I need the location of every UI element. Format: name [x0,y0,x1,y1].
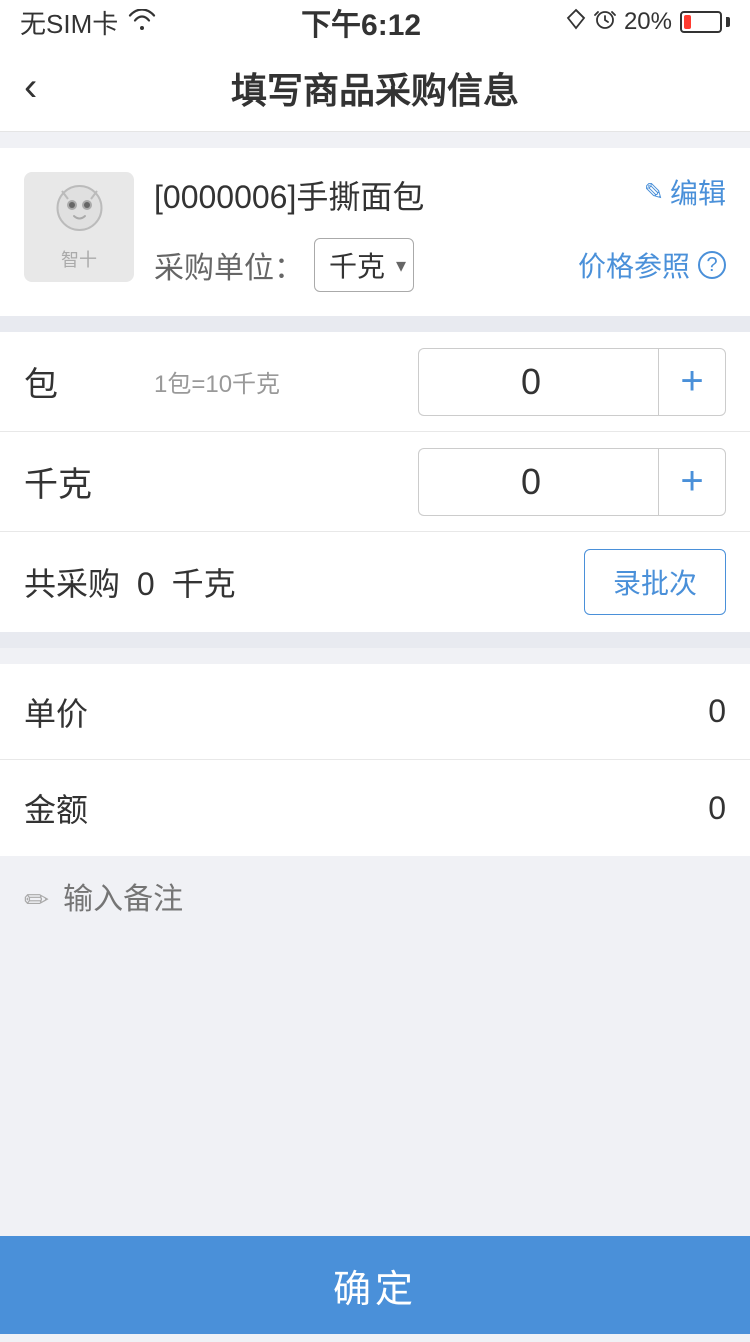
nav-bar: ‹ 填写商品采购信息 [0,44,750,132]
battery-icon [680,11,730,33]
input-section: 包 1包=10千克 + 千克 + 共采购 0 千克 录批次 [0,332,750,632]
bao-label: 包 [24,357,144,406]
bao-row: 包 1包=10千克 + [0,332,750,432]
price-reference-button[interactable]: 价格参照 ? [578,245,726,285]
section-divider-2 [0,632,750,648]
back-button[interactable]: ‹ [24,65,37,110]
batch-record-button[interactable]: 录批次 [584,549,726,615]
summary-text: 共采购 0 千克 [24,559,236,605]
remark-section[interactable]: ✏ [0,856,750,944]
amount-row: 金额 0 [0,760,750,856]
product-name: [0000006]手撕面包 [154,172,424,218]
price-ref-label: 价格参照 [578,245,690,285]
empty-area [0,944,750,1244]
kg-row: 千克 + [0,432,750,532]
status-bar: 无SIM卡 下午6:12 [0,0,750,44]
edit-label: 编辑 [670,172,726,212]
summary-row: 共采购 0 千克 录批次 [0,532,750,632]
summary-unit: 千克 [172,566,236,602]
page-title: 填写商品采购信息 [231,62,519,114]
status-right: 20% [566,8,730,37]
amount-label: 金额 [24,785,88,831]
section-divider-1 [0,316,750,332]
status-time: 下午6:12 [301,0,421,44]
bao-sublabel: 1包=10千克 [154,364,280,399]
remark-input[interactable] [63,883,726,917]
edit-icon: ✎ [644,178,664,207]
bao-quantity-input[interactable] [418,348,658,416]
unit-price-value: 0 [708,693,726,730]
kg-input-group: + [144,448,726,516]
product-thumbnail: 智十 [24,172,134,282]
summary-label: 共采购 [24,566,120,602]
product-info: [0000006]手撕面包 ✎ 编辑 采购单位： 千克 ▾ 价格参照 ? [154,172,726,292]
confirm-button-label: 确定 [333,1258,417,1313]
unit-selector[interactable]: 千克 ▾ [314,238,414,292]
bao-input-group: + [280,348,726,416]
battery-percentage: 20% [624,8,672,36]
status-left: 无SIM卡 [20,4,156,41]
product-card: 智十 [0000006]手撕面包 ✎ 编辑 采购单位： 千克 ▾ [0,148,750,316]
edit-button[interactable]: ✎ 编辑 [644,172,726,212]
summary-value: 0 [137,566,155,602]
carrier-text: 无SIM卡 [20,4,118,41]
unit-label: 采购单位： [154,243,304,287]
bao-plus-button[interactable]: + [658,348,726,416]
price-ref-info-icon: ? [698,251,726,279]
alarm-icon [594,8,616,37]
location-icon [566,8,586,37]
product-thumb-owl-icon [52,183,107,242]
kg-plus-button[interactable]: + [658,448,726,516]
pencil-icon: ✏ [24,883,49,918]
wifi-icon [128,7,156,38]
confirm-bar[interactable]: 确定 [0,1236,750,1334]
unit-dropdown-arrow: ▾ [396,253,406,278]
price-section: 单价 0 金额 0 [0,664,750,856]
unit-price-label: 单价 [24,689,88,735]
unit-price-row: 单价 0 [0,664,750,760]
product-logo-text: 智十 [61,246,97,272]
kg-quantity-input[interactable] [418,448,658,516]
amount-value: 0 [708,790,726,827]
kg-label: 千克 [24,457,144,506]
